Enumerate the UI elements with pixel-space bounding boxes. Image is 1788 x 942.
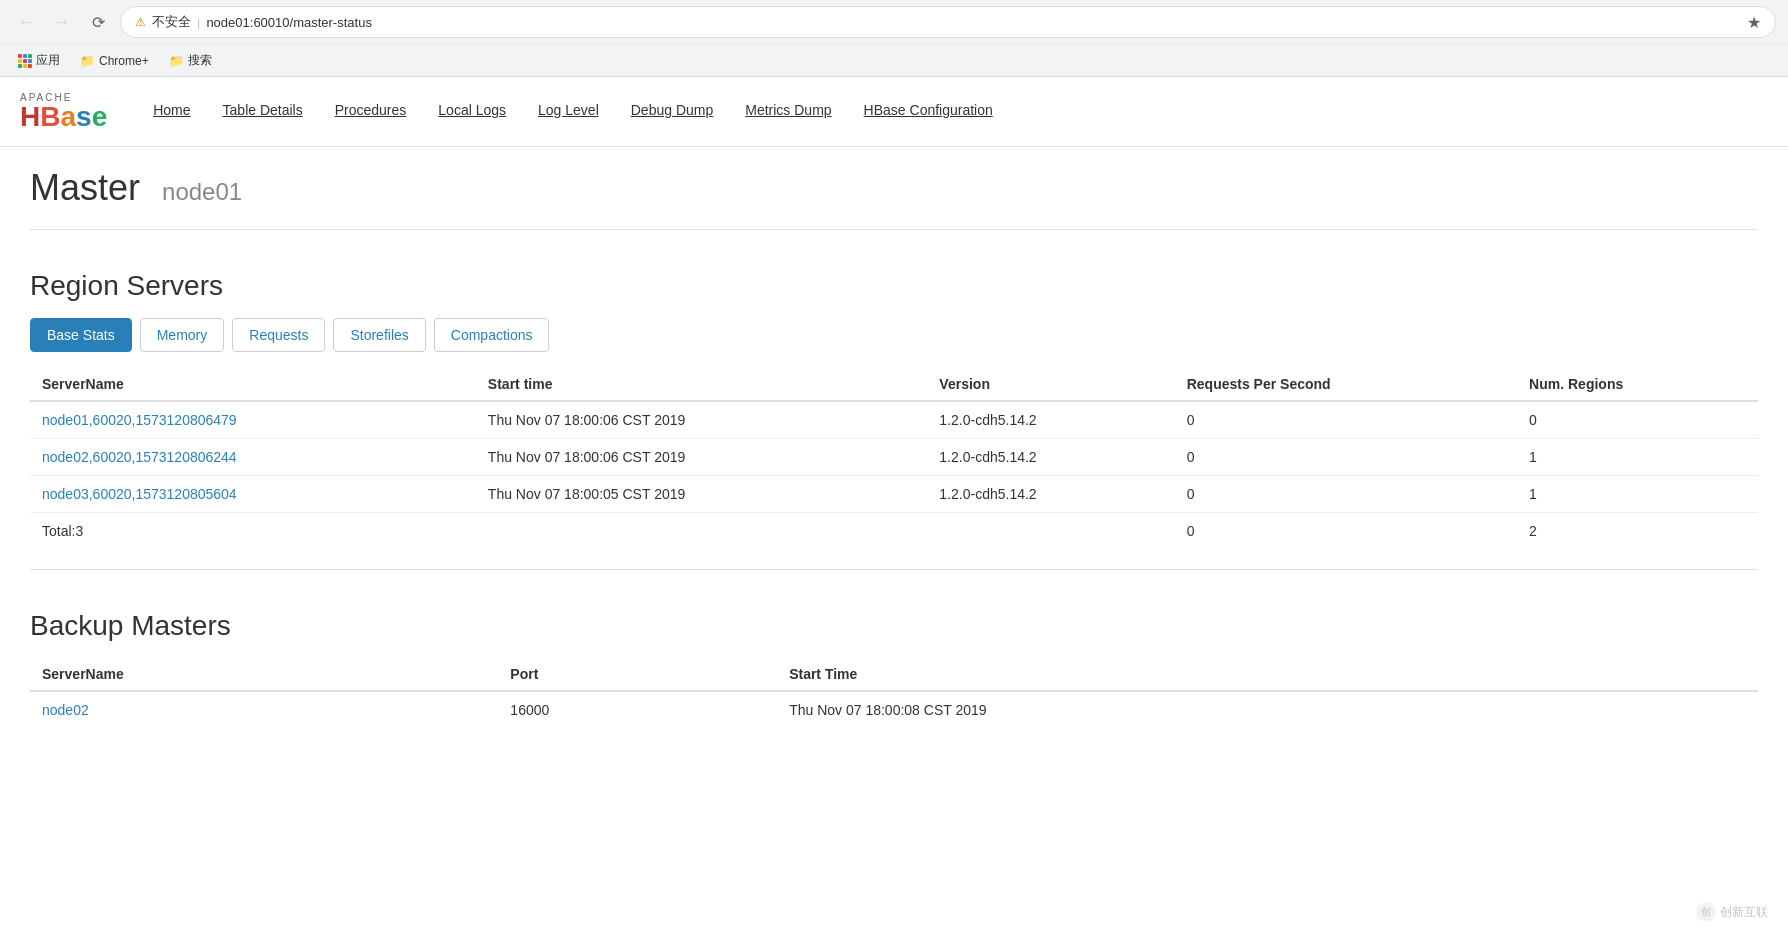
bm-col-start-time: Start Time <box>777 658 1758 691</box>
page-title: Master node01 <box>30 167 1758 209</box>
cell-regions-3: 1 <box>1517 476 1758 513</box>
backup-masters-thead: ServerName Port Start Time <box>30 658 1758 691</box>
browser-toolbar: ← → ⟳ ⚠ 不安全 | node01:60010/master-status… <box>0 0 1788 44</box>
cell-regions-1: 0 <box>1517 401 1758 439</box>
table-row: node03,60020,1573120805604 Thu Nov 07 18… <box>30 476 1758 513</box>
app-header: APACHE HBase Home Table Details Procedur… <box>0 77 1788 147</box>
region-servers-thead: ServerName Start time Version Requests P… <box>30 368 1758 401</box>
col-server-name: ServerName <box>30 368 476 401</box>
nav-debug-dump[interactable]: Debug Dump <box>615 77 730 147</box>
col-num-regions: Num. Regions <box>1517 368 1758 401</box>
divider-after-title <box>30 229 1758 230</box>
region-servers-table: ServerName Start time Version Requests P… <box>30 368 1758 549</box>
url-text: node01:60010/master-status <box>206 15 372 30</box>
tab-storefiles[interactable]: Storefiles <box>333 318 425 352</box>
backup-masters-section: Backup Masters ServerName Port Start Tim… <box>30 610 1758 728</box>
bookmarks-bar: 应用 📁 Chrome+ 📁 搜索 <box>0 44 1788 76</box>
cell-rps-3: 0 <box>1175 476 1517 513</box>
search-label: 搜索 <box>188 52 212 69</box>
nav-metrics-dump[interactable]: Metrics Dump <box>729 77 847 147</box>
table-row: node01,60020,1573120806479 Thu Nov 07 18… <box>30 401 1758 439</box>
bookmark-chrome-plus[interactable]: 📁 Chrome+ <box>74 52 155 70</box>
tab-memory[interactable]: Memory <box>140 318 225 352</box>
nav-menu: Home Table Details Procedures Local Logs… <box>137 77 1009 147</box>
bm-col-port: Port <box>498 658 777 691</box>
region-servers-section: Region Servers Base Stats Memory Request… <box>30 270 1758 549</box>
region-servers-title: Region Servers <box>30 270 1758 302</box>
page-content: Master node01 Region Servers Base Stats … <box>0 147 1788 768</box>
backup-masters-tbody: node02 16000 Thu Nov 07 18:00:08 CST 201… <box>30 691 1758 728</box>
address-bar[interactable]: ⚠ 不安全 | node01:60010/master-status ★ <box>120 6 1776 38</box>
bookmark-apps[interactable]: 应用 <box>12 50 66 71</box>
cell-version-2: 1.2.0-cdh5.14.2 <box>927 439 1174 476</box>
region-servers-header-row: ServerName Start time Version Requests P… <box>30 368 1758 401</box>
tab-requests[interactable]: Requests <box>232 318 325 352</box>
cell-rps-2: 0 <box>1175 439 1517 476</box>
chrome-plus-label: Chrome+ <box>99 54 149 68</box>
cell-total-version <box>927 513 1174 550</box>
cell-version-3: 1.2.0-cdh5.14.2 <box>927 476 1174 513</box>
table-row: node02,60020,1573120806244 Thu Nov 07 18… <box>30 439 1758 476</box>
nav-log-level[interactable]: Log Level <box>522 77 615 147</box>
apps-label: 应用 <box>36 52 60 69</box>
cell-total-rps: 0 <box>1175 513 1517 550</box>
nav-hbase-configuration[interactable]: HBase Configuration <box>848 77 1009 147</box>
cell-server-name: node01,60020,1573120806479 <box>30 401 476 439</box>
nav-local-logs[interactable]: Local Logs <box>422 77 522 147</box>
divider-before-backup <box>30 569 1758 570</box>
bm-cell-port: 16000 <box>498 691 777 728</box>
col-start-time: Start time <box>476 368 928 401</box>
server-link-3[interactable]: node03,60020,1573120805604 <box>42 486 237 502</box>
nav-table-details[interactable]: Table Details <box>207 77 319 147</box>
folder-icon-chrome: 📁 <box>80 54 95 68</box>
bm-cell-start-time: Thu Nov 07 18:00:08 CST 2019 <box>777 691 1758 728</box>
cell-total-label: Total:3 <box>30 513 476 550</box>
cell-total-regions: 2 <box>1517 513 1758 550</box>
region-servers-tabs: Base Stats Memory Requests Storefiles Co… <box>30 318 1758 352</box>
separator: | <box>197 15 200 30</box>
bookmark-search[interactable]: 📁 搜索 <box>163 50 218 71</box>
total-row: Total:3 0 2 <box>30 513 1758 550</box>
browser-chrome: ← → ⟳ ⚠ 不安全 | node01:60010/master-status… <box>0 0 1788 77</box>
table-row: node02 16000 Thu Nov 07 18:00:08 CST 201… <box>30 691 1758 728</box>
page-hostname: node01 <box>162 178 242 205</box>
logo-hbase-text: HBase <box>20 103 107 131</box>
security-icon: ⚠ <box>135 15 146 29</box>
tab-compactions[interactable]: Compactions <box>434 318 550 352</box>
page-title-master: Master <box>30 167 140 208</box>
nav-procedures[interactable]: Procedures <box>319 77 423 147</box>
backup-masters-table: ServerName Port Start Time node02 16000 … <box>30 658 1758 728</box>
bm-col-server-name: ServerName <box>30 658 498 691</box>
back-button[interactable]: ← <box>12 8 40 36</box>
backup-masters-title: Backup Masters <box>30 610 1758 642</box>
col-version: Version <box>927 368 1174 401</box>
tab-base-stats[interactable]: Base Stats <box>30 318 132 352</box>
cell-version-1: 1.2.0-cdh5.14.2 <box>927 401 1174 439</box>
hbase-logo: APACHE HBase <box>20 92 107 131</box>
nav-home[interactable]: Home <box>137 77 206 147</box>
cell-start-time-2: Thu Nov 07 18:00:06 CST 2019 <box>476 439 928 476</box>
apps-grid-icon <box>18 54 32 68</box>
cell-rps-1: 0 <box>1175 401 1517 439</box>
reload-button[interactable]: ⟳ <box>84 8 112 36</box>
folder-icon-search: 📁 <box>169 54 184 68</box>
cell-total-start <box>476 513 928 550</box>
bookmark-star-button[interactable]: ★ <box>1747 13 1761 32</box>
cell-server-name-2: node02,60020,1573120806244 <box>30 439 476 476</box>
col-requests-per-second: Requests Per Second <box>1175 368 1517 401</box>
backup-masters-header-row: ServerName Port Start Time <box>30 658 1758 691</box>
cell-regions-2: 1 <box>1517 439 1758 476</box>
region-servers-tbody: node01,60020,1573120806479 Thu Nov 07 18… <box>30 401 1758 549</box>
cell-server-name-3: node03,60020,1573120805604 <box>30 476 476 513</box>
bm-server-link-1[interactable]: node02 <box>42 702 89 718</box>
cell-start-time-3: Thu Nov 07 18:00:05 CST 2019 <box>476 476 928 513</box>
server-link-2[interactable]: node02,60020,1573120806244 <box>42 449 237 465</box>
bm-cell-server-name: node02 <box>30 691 498 728</box>
server-link-1[interactable]: node01,60020,1573120806479 <box>42 412 237 428</box>
security-label: 不安全 <box>152 13 191 31</box>
forward-button[interactable]: → <box>48 8 76 36</box>
cell-start-time-1: Thu Nov 07 18:00:06 CST 2019 <box>476 401 928 439</box>
